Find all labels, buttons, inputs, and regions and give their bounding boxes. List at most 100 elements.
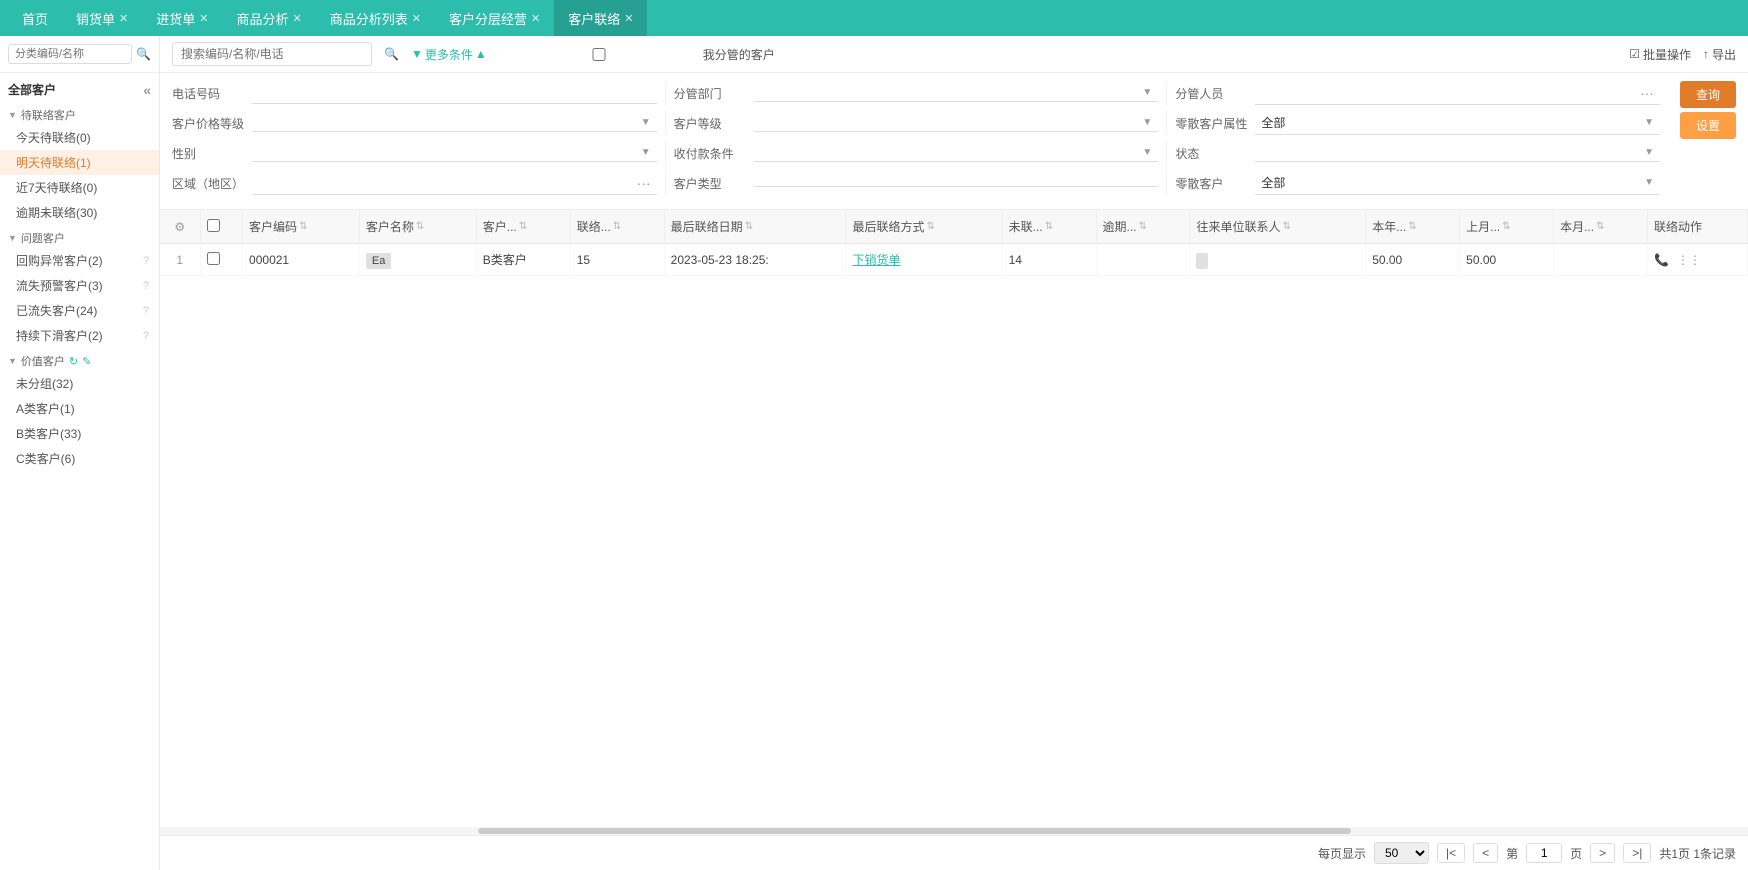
pending-contact-group[interactable]: 待联络客户 bbox=[0, 102, 159, 125]
sort-date-icon[interactable]: ⇅ bbox=[745, 221, 753, 232]
customer-level-select[interactable]: ▼ bbox=[754, 114, 1159, 132]
retail-attr-select[interactable]: 全部 ▼ bbox=[1255, 111, 1660, 135]
scrollbar-thumb[interactable] bbox=[478, 828, 1351, 834]
nav-product-analysis-list[interactable]: 商品分析列表 ✕ bbox=[316, 0, 435, 36]
next-page-btn[interactable]: > bbox=[1590, 843, 1615, 863]
value-level-select[interactable]: ▼ bbox=[252, 114, 657, 132]
select-all-checkbox[interactable] bbox=[207, 219, 220, 232]
advanced-filter-panel: 电话号码 分管部门 ▼ 分管人员 bbox=[160, 73, 1748, 210]
sort-contact-icon[interactable]: ⇅ bbox=[613, 221, 621, 232]
gender-select[interactable]: ▼ bbox=[252, 144, 657, 162]
per-page-select[interactable]: 50 100 200 bbox=[1374, 842, 1429, 864]
sidebar-item-repurchase-anomaly[interactable]: 回购异常客户(2) ? bbox=[0, 248, 159, 273]
sidebar-item-class-a[interactable]: A类客户(1) bbox=[0, 396, 159, 421]
sort-code-icon[interactable]: ⇅ bbox=[299, 221, 307, 232]
chevron-up-icon: ▲ bbox=[475, 47, 487, 61]
value-group-refresh-icon[interactable]: ↻ bbox=[69, 355, 78, 368]
page-number-input[interactable] bbox=[1526, 843, 1562, 863]
help-icon-repurchase[interactable]: ? bbox=[143, 255, 149, 267]
horizontal-scrollbar[interactable] bbox=[160, 827, 1748, 835]
close-product-analysis-icon[interactable]: ✕ bbox=[293, 12, 302, 25]
sidebar-item-unclassified[interactable]: 未分组(32) bbox=[0, 371, 159, 396]
help-icon-churned[interactable]: ? bbox=[143, 305, 149, 317]
main-search-input[interactable] bbox=[172, 42, 372, 66]
page-label: 第 bbox=[1506, 845, 1518, 862]
sort-this-month-icon[interactable]: ⇅ bbox=[1596, 221, 1604, 232]
batch-operation-btn[interactable]: ☑ 批量操作 bbox=[1629, 46, 1691, 63]
nav-purchase-order[interactable]: 进货单 ✕ bbox=[142, 0, 222, 36]
sidebar-item-class-b[interactable]: B类客户(33) bbox=[0, 421, 159, 446]
nav-customer-stratification[interactable]: 客户分层经营 ✕ bbox=[435, 0, 554, 36]
sort-unit-contact-icon[interactable]: ⇅ bbox=[1282, 221, 1290, 232]
close-contact-icon[interactable]: ✕ bbox=[624, 12, 633, 25]
problem-customers-group[interactable]: 问题客户 bbox=[0, 225, 159, 248]
help-icon-churn[interactable]: ? bbox=[143, 280, 149, 292]
value-level-field: 客户价格等级 ▼ bbox=[172, 114, 657, 132]
sort-not-contacted-icon[interactable]: ⇅ bbox=[1045, 221, 1053, 232]
th-not-contacted: 未联... ⇅ bbox=[1002, 210, 1096, 244]
phone-input[interactable] bbox=[252, 83, 657, 104]
region-more-icon[interactable]: ··· bbox=[637, 175, 651, 191]
retail-customer-select[interactable]: 全部 ▼ bbox=[1255, 171, 1660, 195]
export-btn[interactable]: ↑ 导出 bbox=[1703, 46, 1736, 63]
sort-name-icon[interactable]: ⇅ bbox=[416, 221, 424, 232]
sort-type-icon[interactable]: ⇅ bbox=[519, 221, 527, 232]
close-stratification-icon[interactable]: ✕ bbox=[531, 12, 540, 25]
value-customers-group[interactable]: 价值客户 ↻ ✎ bbox=[0, 348, 159, 371]
prev-page-btn[interactable]: < bbox=[1473, 843, 1498, 863]
sidebar-item-7days-contact[interactable]: 近7天待联络(0) bbox=[0, 175, 159, 200]
status-select[interactable]: ▼ bbox=[1255, 144, 1660, 162]
customer-type-select[interactable] bbox=[754, 180, 1159, 187]
sidebar-item-overdue-contact[interactable]: 逾期未联络(30) bbox=[0, 200, 159, 225]
sort-this-year-icon[interactable]: ⇅ bbox=[1408, 221, 1416, 232]
sidebar-item-churned[interactable]: 已流失客户(24) ? bbox=[0, 298, 159, 323]
nav-customer-contact[interactable]: 客户联络 ✕ bbox=[554, 0, 647, 36]
manager-select[interactable]: ··· bbox=[1255, 82, 1660, 105]
query-button[interactable]: 查询 bbox=[1680, 81, 1736, 108]
sidebar-item-today-contact[interactable]: 今天待联络(0) bbox=[0, 125, 159, 150]
nav-sales-order[interactable]: 销货单 ✕ bbox=[62, 0, 142, 36]
sort-overdue-icon[interactable]: ⇅ bbox=[1139, 221, 1147, 232]
td-this-month bbox=[1554, 244, 1648, 276]
action-more-icon[interactable]: ⋮⋮ bbox=[1677, 253, 1701, 267]
last-page-btn[interactable]: >| bbox=[1623, 843, 1651, 863]
payment-select[interactable]: ▼ bbox=[754, 144, 1159, 162]
table-header-row: ⚙ 客户编码 ⇅ 客户名称 bbox=[160, 210, 1748, 244]
nav-product-analysis[interactable]: 商品分析 ✕ bbox=[222, 0, 315, 36]
sidebar-item-churn-warning[interactable]: 流失预警客户(3) ? bbox=[0, 273, 159, 298]
sort-last-month-icon[interactable]: ⇅ bbox=[1502, 221, 1510, 232]
action-phone-icon[interactable]: 📞 bbox=[1654, 253, 1669, 267]
dept-select[interactable]: ▼ bbox=[754, 84, 1159, 102]
manager-more-icon[interactable]: ··· bbox=[1640, 85, 1654, 101]
reset-button[interactable]: 设置 bbox=[1680, 112, 1736, 139]
sort-method-icon[interactable]: ⇅ bbox=[926, 221, 934, 232]
close-purchase-icon[interactable]: ✕ bbox=[199, 12, 208, 25]
filter-row-2: 客户价格等级 ▼ 客户等级 ▼ bbox=[172, 111, 1660, 135]
th-type: 客户... ⇅ bbox=[476, 210, 570, 244]
sidebar-search-icon[interactable]: 🔍 bbox=[136, 47, 151, 61]
help-icon-declining[interactable]: ? bbox=[143, 330, 149, 342]
more-conditions-btn[interactable]: ▼ 更多条件 ▲ bbox=[411, 46, 487, 63]
main-search-icon[interactable]: 🔍 bbox=[384, 47, 399, 61]
close-product-list-icon[interactable]: ✕ bbox=[412, 12, 421, 25]
td-not-contacted: 14 bbox=[1002, 244, 1096, 276]
retail-customer-dropdown-icon: ▼ bbox=[1644, 177, 1654, 188]
region-select[interactable]: ··· bbox=[252, 172, 657, 195]
sidebar-item-declining[interactable]: 持续下滑客户(2) ? bbox=[0, 323, 159, 348]
row-checkbox[interactable] bbox=[207, 252, 220, 265]
close-sales-order-icon[interactable]: ✕ bbox=[119, 12, 128, 25]
sidebar-item-tomorrow-contact[interactable]: 明天待联络(1) bbox=[0, 150, 159, 175]
my-customers-checkbox[interactable] bbox=[499, 48, 699, 61]
sidebar-item-class-c[interactable]: C类客户(6) bbox=[0, 446, 159, 471]
last-method-link[interactable]: 下销货单 bbox=[852, 253, 900, 267]
payment-dropdown-icon: ▼ bbox=[1142, 147, 1152, 158]
td-contact-count: 15 bbox=[570, 244, 664, 276]
first-page-btn[interactable]: |< bbox=[1437, 843, 1465, 863]
sidebar-collapse-icon[interactable]: « bbox=[143, 82, 151, 98]
column-settings-icon[interactable]: ⚙ bbox=[174, 220, 185, 234]
value-group-edit-icon[interactable]: ✎ bbox=[82, 355, 91, 368]
nav-home[interactable]: 首页 bbox=[8, 0, 62, 36]
th-name: 客户名称 ⇅ bbox=[359, 210, 476, 244]
table-row: 1 000021 Ea B类客户 15 2023-05-23 18:25: 下销… bbox=[160, 244, 1748, 276]
sidebar-search-input[interactable] bbox=[8, 44, 132, 64]
